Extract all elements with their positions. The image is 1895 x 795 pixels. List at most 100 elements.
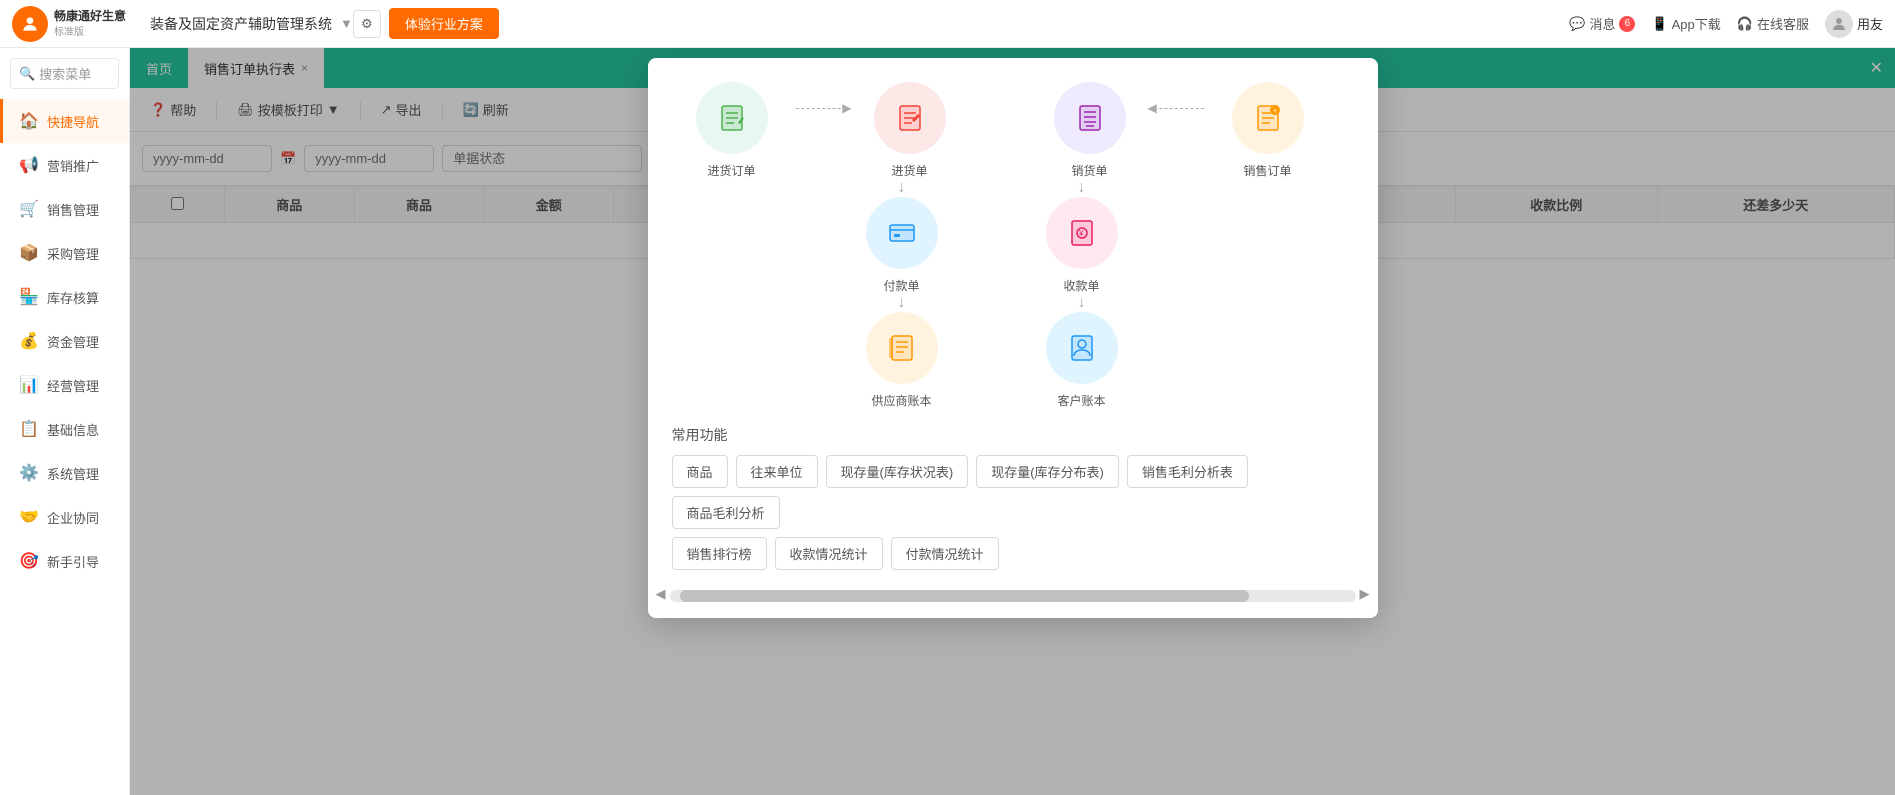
arrow-row-2: ↓ ↓ bbox=[672, 294, 1354, 312]
flow-label-sales-order: 销售订单 bbox=[1243, 162, 1291, 179]
flow-row-3: 供应商账本 bbox=[672, 312, 1354, 409]
system-title: 装备及固定资产辅助管理系统 ▼ bbox=[150, 14, 353, 34]
nav-icon-inventory: 🏪 bbox=[19, 287, 39, 307]
sidebar-item-operation[interactable]: 📊经营管理 bbox=[0, 363, 129, 407]
service-icon: 🎧 bbox=[1737, 16, 1753, 32]
func-btn-2[interactable]: 现存量(库存状况表) bbox=[826, 455, 969, 488]
nav-icon-sales: 🛒 bbox=[19, 199, 39, 219]
nav-label-quick-nav: 快捷导航 bbox=[47, 112, 99, 131]
flow-node-supplier-ledger[interactable]: 供应商账本 bbox=[842, 312, 962, 409]
nav-label-system: 系统管理 bbox=[47, 464, 99, 483]
sidebar-item-sales[interactable]: 🛒销售管理 bbox=[0, 187, 129, 231]
main-content: 首页销售订单执行表× ✕ ❓ 帮助 🖨 按模板打印 ▼ ↗ 导出 bbox=[130, 48, 1895, 795]
sidebar-search-area[interactable]: 🔍 搜索菜单 bbox=[0, 48, 129, 99]
nav-icon-purchase: 📦 bbox=[19, 243, 39, 263]
app-name: 畅康通好生意 bbox=[54, 9, 126, 23]
func-btn-7[interactable]: 收款情况统计 bbox=[775, 537, 883, 570]
flow-circle-sales-order: + bbox=[1232, 82, 1304, 154]
nav-icon-enterprise: 🤝 bbox=[19, 507, 39, 527]
message-label: 消息 bbox=[1589, 14, 1615, 33]
func-btns-row1: 商品往来单位现存量(库存状况表)现存量(库存分布表)销售毛利分析表商品毛利分析 bbox=[672, 455, 1354, 529]
modal-overlay[interactable]: 进货订单 ▶ bbox=[130, 48, 1895, 795]
flow-circle-payment bbox=[866, 197, 938, 269]
modal-box: 进货订单 ▶ bbox=[648, 58, 1378, 618]
func-btn-3[interactable]: 现存量(库存分布表) bbox=[976, 455, 1119, 488]
modal-scrollbar[interactable] bbox=[670, 590, 1356, 602]
flow-circle-purchase-bill bbox=[874, 82, 946, 154]
nav-label-enterprise: 企业协同 bbox=[47, 508, 99, 527]
common-functions-title: 常用功能 bbox=[672, 425, 1354, 445]
nav-label-marketing: 营销推广 bbox=[47, 156, 99, 175]
flow-label-purchase-bill: 进货单 bbox=[891, 162, 927, 179]
sidebar-item-basic-info[interactable]: 📋基础信息 bbox=[0, 407, 129, 451]
search-menu-button[interactable]: 🔍 搜索菜单 bbox=[10, 58, 119, 89]
sidebar: 🔍 搜索菜单 🏠快捷导航 📢 营销推广 🛒销售管理 📦 采购管理 🏪 库存核算 💰 资金管理 📊经营… bbox=[0, 48, 130, 795]
scroll-right-arrow[interactable]: ▶ bbox=[1360, 586, 1370, 602]
arrow-down-receipt: ↓ bbox=[1022, 294, 1142, 312]
flow-circle-customer-ledger bbox=[1046, 312, 1118, 384]
arrow-down-sales: ↓ bbox=[1022, 179, 1142, 197]
flow-diagram: 进货订单 ▶ bbox=[672, 82, 1354, 409]
online-service-button[interactable]: 🎧 在线客服 bbox=[1737, 14, 1809, 33]
logo-area: 畅康通好生意 标准版 bbox=[12, 6, 142, 42]
top-right-area: 💬 消息 6 📱 App下载 🎧 在线客服 用友 bbox=[1569, 10, 1883, 38]
flow-label-payment: 付款单 bbox=[883, 277, 919, 294]
trial-button[interactable]: 体验行业方案 bbox=[389, 8, 499, 39]
search-menu-label: 搜索菜单 bbox=[39, 64, 91, 83]
arrow-down-payment: ↓ bbox=[842, 294, 962, 312]
sidebar-item-marketing[interactable]: 📢 营销推广 bbox=[0, 143, 129, 187]
logo-icon bbox=[12, 6, 48, 42]
func-btn-1[interactable]: 往来单位 bbox=[736, 455, 818, 488]
flow-node-sales-bill[interactable]: 销货单 bbox=[1030, 82, 1150, 179]
nav-label-finance: 资金管理 bbox=[47, 332, 99, 351]
flow-arrow-h1: ▶ bbox=[792, 108, 850, 131]
dropdown-icon[interactable]: ▼ bbox=[340, 16, 353, 31]
nav-icon-marketing: 📢 bbox=[19, 155, 39, 175]
scroll-left-arrow[interactable]: ◀ bbox=[656, 586, 666, 602]
modal-content: 进货订单 ▶ bbox=[648, 58, 1378, 582]
app-download-button[interactable]: 📱 App下载 bbox=[1651, 14, 1720, 33]
flow-node-purchase-order[interactable]: 进货订单 bbox=[672, 82, 792, 179]
func-btn-6[interactable]: 销售排行榜 bbox=[672, 537, 767, 570]
func-btn-5[interactable]: 商品毛利分析 bbox=[672, 496, 780, 529]
flow-label-receipt: 收款单 bbox=[1063, 277, 1099, 294]
flow-node-purchase-bill[interactable]: 进货单 bbox=[850, 82, 970, 179]
sidebar-item-system[interactable]: ⚙️系统管理 bbox=[0, 451, 129, 495]
arrow-down-purchase: ↓ bbox=[842, 179, 962, 197]
nav-label-basic-info: 基础信息 bbox=[47, 420, 99, 439]
modal-scrollbar-track bbox=[680, 590, 1249, 602]
sidebar-item-inventory[interactable]: 🏪 库存核算 bbox=[0, 275, 129, 319]
func-btn-8[interactable]: 付款情况统计 bbox=[891, 537, 999, 570]
app-download-label: App下载 bbox=[1672, 14, 1721, 33]
svg-text:+: + bbox=[1273, 108, 1277, 115]
func-btn-4[interactable]: 销售毛利分析表 bbox=[1127, 455, 1248, 488]
flow-node-receipt[interactable]: ¥ 收款单 bbox=[1022, 197, 1142, 294]
flow-node-payment[interactable]: 付款单 bbox=[842, 197, 962, 294]
message-icon: 💬 bbox=[1569, 16, 1585, 32]
flow-node-sales-order[interactable]: + 销售订单 bbox=[1208, 82, 1328, 179]
avatar bbox=[1825, 10, 1853, 38]
sidebar-item-purchase[interactable]: 📦 采购管理 bbox=[0, 231, 129, 275]
flow-label-customer-ledger: 客户账本 bbox=[1057, 392, 1105, 409]
flow-label-purchase-order: 进货订单 bbox=[707, 162, 755, 179]
online-service-label: 在线客服 bbox=[1757, 14, 1809, 33]
sidebar-item-enterprise[interactable]: 🤝 企业协同 bbox=[0, 495, 129, 539]
func-btns-row2: 销售排行榜收款情况统计付款情况统计 bbox=[672, 537, 1354, 570]
nav-label-guide: 新手引导 bbox=[47, 552, 99, 571]
user-area[interactable]: 用友 bbox=[1825, 10, 1883, 38]
nav-label-purchase: 采购管理 bbox=[47, 244, 99, 263]
svg-text:¥: ¥ bbox=[1078, 229, 1084, 238]
nav-label-inventory: 库存核算 bbox=[47, 288, 99, 307]
settings-button[interactable]: ⚙ bbox=[353, 10, 381, 38]
common-functions: 常用功能 商品往来单位现存量(库存状况表)现存量(库存分布表)销售毛利分析表商品… bbox=[672, 409, 1354, 578]
func-btn-0[interactable]: 商品 bbox=[672, 455, 728, 488]
flow-node-customer-ledger[interactable]: 客户账本 bbox=[1022, 312, 1142, 409]
sidebar-item-guide[interactable]: 🎯新手引导 bbox=[0, 539, 129, 583]
flow-arrow-h2: ◀ bbox=[1150, 108, 1208, 131]
flow-label-supplier-ledger: 供应商账本 bbox=[871, 392, 931, 409]
sidebar-item-finance[interactable]: 💰 资金管理 bbox=[0, 319, 129, 363]
download-icon: 📱 bbox=[1651, 16, 1667, 32]
sidebar-item-quick-nav[interactable]: 🏠快捷导航 bbox=[0, 99, 129, 143]
message-button[interactable]: 💬 消息 6 bbox=[1569, 14, 1635, 33]
nav-icon-finance: 💰 bbox=[19, 331, 39, 351]
